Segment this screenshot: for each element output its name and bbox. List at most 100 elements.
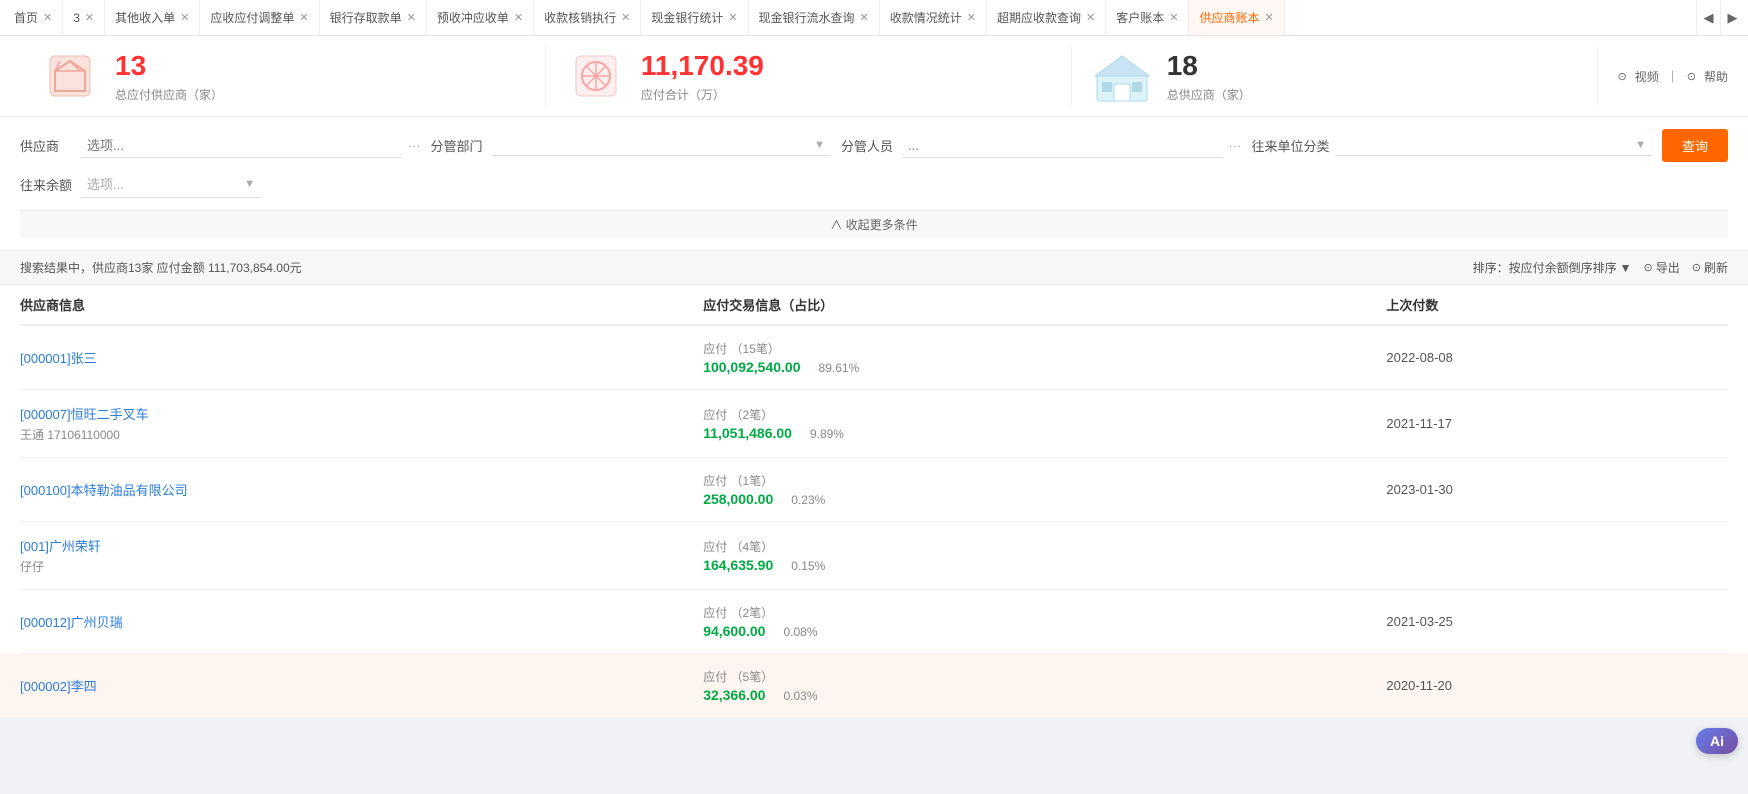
supplier-info: [001]广州荣轩 仔仔 [20, 536, 703, 575]
transaction-info: 应付 （5笔） 32,366.00 0.03% [703, 668, 1386, 703]
nav-tab-bank-deposit[interactable]: 银行存取款单 ✕ [320, 0, 427, 36]
filter-balance-label: 往来余额 [20, 175, 75, 194]
category-select[interactable]: ▼ [1336, 135, 1652, 156]
nav-tab-customer-book[interactable]: 客户账本 ✕ [1106, 0, 1189, 36]
supplier-contact: 王通 17106110000 [20, 426, 703, 443]
nav-tab-home-label: 首页 [14, 9, 38, 26]
nav-tab-3[interactable]: 3 ✕ [63, 0, 105, 36]
supplier-contact: 仔仔 [20, 558, 703, 575]
balance-select[interactable]: 选项... ▼ [81, 170, 261, 198]
help-link[interactable]: 帮助 [1704, 68, 1728, 85]
table-row: [000012]广州贝瑞 应付 （2笔） 94,600.00 0.08% 202… [20, 590, 1728, 654]
nav-tab-supplier-book[interactable]: 供应商账本 ✕ [1189, 0, 1284, 36]
circle-icon2: ⊙ [1687, 70, 1696, 83]
supplier-table: 供应商信息 应付交易信息（占比） 上次付数 [000001]张三 应付 （15笔… [0, 285, 1748, 717]
transaction-pct: 0.23% [791, 493, 825, 507]
table-header: 供应商信息 应付交易信息（占比） 上次付数 [20, 285, 1728, 326]
search-button[interactable]: 查询 [1662, 129, 1728, 162]
last-pay: 2022-08-08 [1386, 350, 1728, 365]
transaction-pct: 9.89% [810, 427, 844, 441]
video-link[interactable]: 视频 [1635, 68, 1659, 85]
ellipsis-icon2[interactable]: ··· [1229, 138, 1242, 153]
export-label: 导出 [1656, 259, 1680, 276]
nav-tab-payment-stat[interactable]: 收款情况统计 ✕ [880, 0, 987, 36]
supplier-info: [000012]广州贝瑞 [20, 612, 703, 631]
person-input[interactable] [902, 134, 1223, 158]
supplier-info: [000007]恒旺二手叉车 王通 17106110000 [20, 404, 703, 443]
nav-prev-arrow[interactable]: ◀ [1696, 0, 1720, 36]
close-icon[interactable]: ✕ [967, 11, 976, 24]
close-icon[interactable]: ✕ [180, 11, 189, 24]
table-row: [000100]本特勒油品有限公司 应付 （1笔） 258,000.00 0.2… [20, 458, 1728, 522]
close-icon[interactable]: ✕ [85, 11, 94, 24]
close-icon[interactable]: ✕ [299, 11, 308, 24]
nav-next-arrow[interactable]: ▶ [1720, 0, 1744, 36]
stat-payable-total-number: 11,170.39 [641, 50, 764, 82]
separator: ｜ [1667, 68, 1679, 85]
transaction-amount: 94,600.00 [703, 623, 765, 639]
close-icon[interactable]: ✕ [728, 11, 737, 24]
close-icon[interactable]: ✕ [1086, 11, 1095, 24]
stat-total-supplier-number: 18 [1167, 50, 1251, 82]
filter-supplier-label: 供应商 [20, 136, 75, 155]
nav-tab-payment-stat-label: 收款情况统计 [890, 9, 962, 26]
nav-tab-prepaid[interactable]: 预收冲应收单 ✕ [427, 0, 534, 36]
stat-supplier-payable-number: 13 [115, 50, 223, 82]
results-bar: 搜索结果中，供应商13家 应付金额 111,703,854.00元 排序：按应付… [0, 251, 1748, 285]
supplier-link[interactable]: [000007]恒旺二手叉车 [20, 407, 149, 422]
transaction-info: 应付 （4笔） 164,635.90 0.15% [703, 538, 1386, 573]
close-icon[interactable]: ✕ [514, 11, 523, 24]
close-icon[interactable]: ✕ [621, 11, 630, 24]
supplier-link[interactable]: [000100]本特勒油品有限公司 [20, 483, 188, 498]
nav-tab-cash-flow-label: 现金银行流水查询 [759, 9, 855, 26]
nav-tab-home[interactable]: 首页 ✕ [4, 0, 63, 36]
collapse-filter-button[interactable]: ∧ 收起更多条件 [20, 210, 1728, 238]
close-icon[interactable]: ✕ [407, 11, 416, 24]
stat-supplier-payable: 13 总应付供应商（家） [20, 46, 546, 106]
table-row: [001]广州荣轩 仔仔 应付 （4笔） 164,635.90 0.15% [20, 522, 1728, 590]
supplier-input[interactable] [81, 134, 402, 158]
filter-area: 供应商 ··· 分管部门 ▼ 分管人员 ··· 往来单位分类 ▼ 查询 [0, 117, 1748, 251]
filter-category: 往来单位分类 ▼ [1252, 135, 1653, 156]
nav-tab-overdue[interactable]: 超期应收款查询 ✕ [987, 0, 1106, 36]
supplier-link[interactable]: [001]广州荣轩 [20, 539, 101, 554]
ai-button[interactable]: Ai [1696, 728, 1738, 754]
transaction-info: 应付 （1笔） 258,000.00 0.23% [703, 472, 1386, 507]
nav-tab-payment-verify[interactable]: 收款核销执行 ✕ [534, 0, 641, 36]
col-header-transaction: 应付交易信息（占比） [703, 295, 1386, 314]
last-pay: 2021-11-17 [1386, 416, 1728, 431]
filter-category-label: 往来单位分类 [1252, 136, 1330, 155]
ellipsis-icon[interactable]: ··· [408, 138, 421, 153]
nav-arrows: ◀ ▶ [1696, 0, 1744, 36]
supplier-link[interactable]: [000012]广州贝瑞 [20, 615, 123, 630]
nav-tab-cash-flow[interactable]: 现金银行流水查询 ✕ [749, 0, 880, 36]
supplier-link[interactable]: [000001]张三 [20, 351, 97, 366]
balance-select-text: 选项... [87, 174, 244, 193]
dept-select[interactable]: ▼ [492, 135, 832, 156]
close-icon[interactable]: ✕ [860, 11, 869, 24]
supplier-link[interactable]: [000002]李四 [20, 679, 97, 694]
sort-arrow-icon: ▼ [1620, 261, 1632, 275]
transaction-info: 应付 （2笔） 94,600.00 0.08% [703, 604, 1386, 639]
export-button[interactable]: ⊙ 导出 [1644, 259, 1680, 276]
nav-tab-cash-bank-stat[interactable]: 现金银行统计 ✕ [641, 0, 748, 36]
transaction-amount: 100,092,540.00 [703, 359, 800, 375]
close-icon[interactable]: ✕ [43, 11, 52, 24]
nav-tab-3-label: 3 [73, 11, 80, 25]
nav-tab-cash-bank-stat-label: 现金银行统计 [651, 9, 723, 26]
top-navigation: 首页 ✕ 3 ✕ 其他收入单 ✕ 应收应付调整单 ✕ 银行存取款单 ✕ 预收冲应… [0, 0, 1748, 36]
filter-row-2: 往来余额 选项... ▼ [20, 170, 1728, 198]
close-icon[interactable]: ✕ [1265, 11, 1274, 24]
sort-label: 排序：按应付余额倒序排序 [1473, 259, 1617, 276]
sort-button[interactable]: 排序：按应付余额倒序排序 ▼ [1473, 259, 1632, 276]
refresh-button[interactable]: ⊙ 刷新 [1692, 259, 1728, 276]
close-icon[interactable]: ✕ [1169, 11, 1178, 24]
stat-payable-total: 11,170.39 应付合计（万） [546, 46, 1072, 106]
export-icon: ⊙ [1644, 261, 1653, 274]
nav-tab-other-income[interactable]: 其他收入单 ✕ [105, 0, 200, 36]
filter-balance: 往来余额 选项... ▼ [20, 170, 1728, 198]
nav-tab-adjustment[interactable]: 应收应付调整单 ✕ [200, 0, 319, 36]
nav-tab-payment-verify-label: 收款核销执行 [544, 9, 616, 26]
transaction-info: 应付 （15笔） 100,092,540.00 89.61% [703, 340, 1386, 375]
stat-total-supplier-info: 18 总供应商（家） [1167, 50, 1251, 103]
